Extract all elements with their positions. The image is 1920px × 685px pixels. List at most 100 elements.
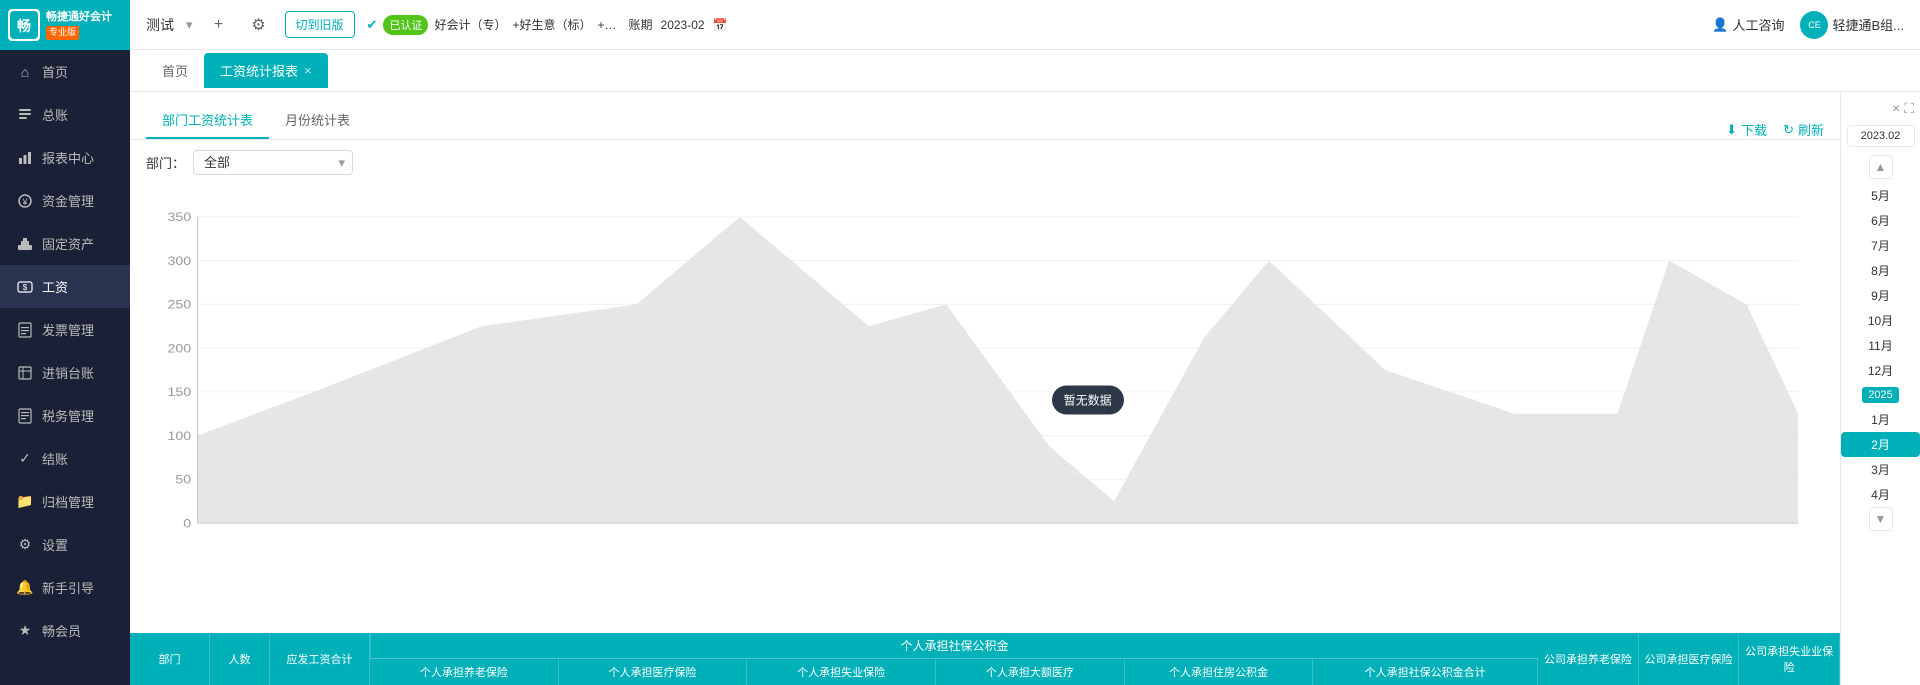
th-company-pension: 公司承担养老保险 — [1538, 633, 1639, 685]
month-5[interactable]: 5月 — [1841, 183, 1920, 208]
th-company-unemployment: 公司承担失业业保险 — [1739, 633, 1840, 685]
closing-icon: ✓ — [16, 450, 34, 468]
month-8[interactable]: 8月 — [1841, 258, 1920, 283]
calendar-icon[interactable]: 📅 — [713, 18, 728, 32]
sub-tab-dept[interactable]: 部门工资统计表 — [146, 102, 269, 139]
month-2025-2[interactable]: 2月 — [1841, 432, 1920, 457]
sidebar-item-closing[interactable]: ✓ 结账 — [0, 437, 130, 480]
nav-down[interactable]: ▼ — [1869, 507, 1893, 531]
topbar-dropdown-arrow[interactable]: ▾ — [186, 17, 193, 33]
chart-area: 350 300 250 200 150 100 50 0 暂无数据 — [130, 185, 1840, 633]
month-9[interactable]: 9月 — [1841, 283, 1920, 308]
th-company-medical: 公司承担医疗保险 — [1639, 633, 1740, 685]
tab-salary-report[interactable]: 工资统计报表 × — [204, 53, 328, 88]
sidebar-item-settings[interactable]: ⚙ 设置 — [0, 523, 130, 566]
topbar-title: 测试 — [146, 15, 174, 35]
sidebar-item-invoice[interactable]: 发票管理 — [0, 308, 130, 351]
topbar-badges: ✔ 已认证 好会计（专） +好生意（标） +… — [367, 15, 617, 35]
sidebar-logo: 畅 畅捷通好会计 专业版 — [0, 0, 130, 50]
sidebar-item-purchase[interactable]: 进销台账 — [0, 351, 130, 394]
refresh-icon: ↻ — [1783, 122, 1794, 138]
sidebar-item-home[interactable]: ⌂ 首页 — [0, 50, 130, 93]
sidebar-item-assets[interactable]: 固定资产 — [0, 222, 130, 265]
settings-button[interactable]: ⚙ — [245, 11, 273, 39]
svg-text:150: 150 — [168, 385, 192, 399]
th-personal-total: 个人承担社保公积金合计 — [1313, 659, 1538, 685]
topbar-right: 👤 人工咨询 CE 轻捷通B组... — [1712, 11, 1904, 39]
invoice-icon — [16, 321, 34, 339]
badge-accounting: 好会计（专） — [434, 16, 506, 33]
content-main: 部门工资统计表 月份统计表 ⬇ 下载 ↻ 刷新 部门： — [130, 92, 1840, 685]
toolbar-left: 部门： 全部 财务部 销售部 人事部 — [146, 150, 353, 175]
dept-select[interactable]: 全部 财务部 销售部 人事部 — [193, 150, 353, 175]
badge-more: +… — [597, 18, 616, 32]
tabs-bar: 首页 工资统计报表 × — [130, 50, 1920, 92]
svg-text:200: 200 — [168, 342, 192, 356]
sidebar-item-reports[interactable]: 报表中心 — [0, 136, 130, 179]
month-2025-1[interactable]: 1月 — [1841, 407, 1920, 432]
month-12[interactable]: 12月 — [1841, 358, 1920, 383]
download-button[interactable]: ⬇ 下载 — [1726, 120, 1767, 139]
dept-select-wrapper: 全部 财务部 销售部 人事部 — [193, 150, 353, 175]
panel-expand-icon[interactable]: ⛶ — [1904, 100, 1914, 117]
consult-icon: 👤 — [1712, 17, 1728, 33]
svg-text:¥: ¥ — [21, 197, 28, 207]
nav-up[interactable]: ▲ — [1869, 155, 1893, 179]
sub-tabs: 部门工资统计表 月份统计表 ⬇ 下载 ↻ 刷新 — [130, 92, 1840, 140]
th-personal-major-medical: 个人承担大额医疗 — [936, 659, 1125, 685]
user-menu[interactable]: CE 轻捷通B组... — [1800, 11, 1904, 39]
svg-text:100: 100 — [168, 429, 192, 443]
settings-icon: ⚙ — [16, 536, 34, 554]
dept-label: 部门： — [146, 153, 185, 172]
badge-business: +好生意（标） — [512, 16, 591, 33]
sidebar-item-salary[interactable]: $ 工资 — [0, 265, 130, 308]
month-2025-3[interactable]: 3月 — [1841, 457, 1920, 482]
sidebar-item-archive[interactable]: 📁 归档管理 — [0, 480, 130, 523]
month-10[interactable]: 10月 — [1841, 308, 1920, 333]
reports-icon — [16, 149, 34, 167]
month-11[interactable]: 11月 — [1841, 333, 1920, 358]
certified-badge: 已认证 — [383, 15, 428, 35]
refresh-button[interactable]: ↻ 刷新 — [1783, 120, 1824, 139]
home-icon: ⌂ — [16, 63, 34, 81]
svg-text:$: $ — [23, 283, 28, 292]
panel-close-icon[interactable]: × — [1892, 100, 1900, 117]
sidebar-item-member[interactable]: ★ 畅会员 — [0, 609, 130, 652]
sidebar: 畅 畅捷通好会计 专业版 ⌂ 首页 总账 报表中心 ¥ 资金管理 固定资产 — [0, 0, 130, 685]
th-dept: 部门 — [130, 633, 210, 685]
sidebar-item-funds[interactable]: ¥ 资金管理 — [0, 179, 130, 222]
th-personal-medical: 个人承担医疗保险 — [559, 659, 748, 685]
th-total-salary: 应发工资合计 — [270, 633, 370, 685]
sidebar-item-ledger[interactable]: 总账 — [0, 93, 130, 136]
th-group-personal: 个人承担社保公积金 — [370, 633, 1538, 659]
th-count: 人数 — [210, 633, 270, 685]
topbar-period: 账期 2023-02 📅 — [629, 16, 728, 33]
sidebar-item-tax[interactable]: 税务管理 — [0, 394, 130, 437]
member-icon: ★ — [16, 622, 34, 640]
download-icon: ⬇ — [1726, 122, 1737, 138]
svg-text:300: 300 — [168, 254, 192, 268]
sub-tab-month[interactable]: 月份统计表 — [269, 102, 366, 139]
tab-home[interactable]: 首页 — [146, 53, 204, 88]
switch-version-button[interactable]: 切到旧版 — [285, 11, 355, 38]
funds-icon: ¥ — [16, 192, 34, 210]
month-2025-4[interactable]: 4月 — [1841, 482, 1920, 507]
svg-text:250: 250 — [168, 298, 192, 312]
sidebar-item-guide[interactable]: 🔔 新手引导 — [0, 566, 130, 609]
user-avatar: CE — [1800, 11, 1828, 39]
th-personal-unemployment: 个人承担失业保险 — [747, 659, 936, 685]
app-name: 畅捷通好会计 专业版 — [46, 10, 112, 40]
chart-svg: 350 300 250 200 150 100 50 0 — [146, 195, 1824, 545]
purchase-icon — [16, 364, 34, 382]
topbar: 测试 ▾ + ⚙ 切到旧版 ✔ 已认证 好会计（专） +好生意（标） +… 账期… — [130, 0, 1920, 50]
tax-icon — [16, 407, 34, 425]
svg-text:50: 50 — [175, 473, 191, 487]
consult-button[interactable]: 👤 人工咨询 — [1712, 15, 1784, 34]
add-button[interactable]: + — [205, 11, 233, 39]
tab-close-icon[interactable]: × — [304, 63, 312, 78]
date-display: 2023.02 — [1847, 125, 1915, 147]
month-7[interactable]: 7月 — [1841, 233, 1920, 258]
right-panel: × ⛶ 2023.02 ▲ 5月 6月 7月 8月 9月 10月 11月 12月… — [1840, 92, 1920, 685]
svg-text:350: 350 — [168, 210, 192, 224]
month-6[interactable]: 6月 — [1841, 208, 1920, 233]
